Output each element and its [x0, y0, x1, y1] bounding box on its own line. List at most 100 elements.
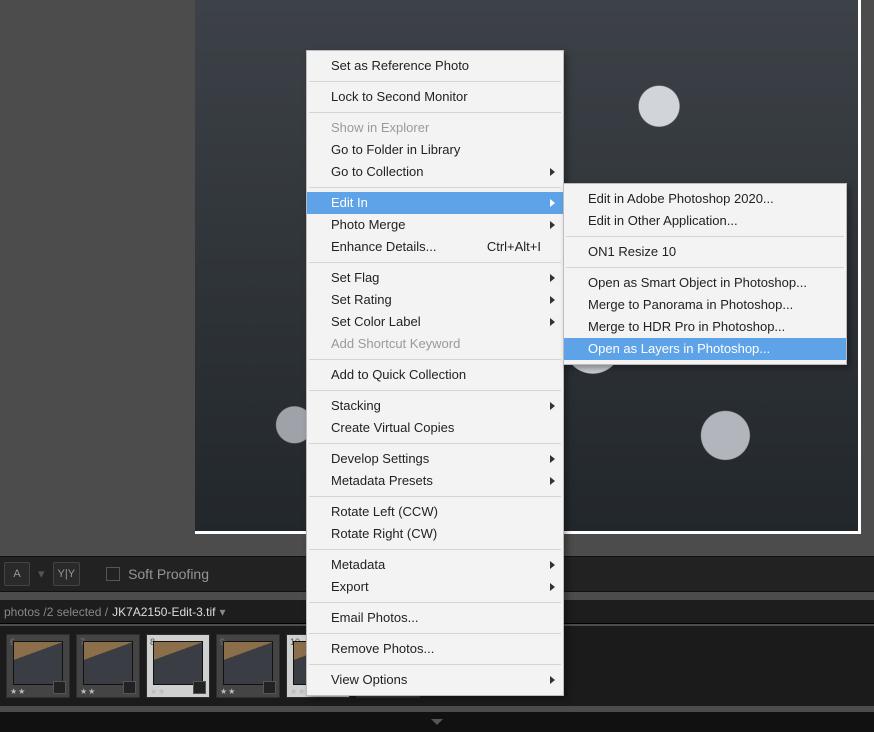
- breadcrumb-filename[interactable]: JK7A2150-Edit-3.tif: [112, 605, 215, 619]
- menu-separator: [309, 112, 561, 113]
- menu-item[interactable]: Set Flag: [307, 267, 563, 289]
- menu-item[interactable]: Metadata: [307, 554, 563, 576]
- menu-item[interactable]: Create Virtual Copies: [307, 417, 563, 439]
- menu-item[interactable]: Set Rating: [307, 289, 563, 311]
- menu-item-label: Go to Folder in Library: [331, 142, 460, 157]
- menu-item[interactable]: View Options: [307, 669, 563, 691]
- thumb-badge-icon: [263, 681, 276, 694]
- menu-item[interactable]: Email Photos...: [307, 607, 563, 629]
- chevron-right-icon: [550, 561, 555, 569]
- menu-item-label: Create Virtual Copies: [331, 420, 454, 435]
- chevron-right-icon: [550, 477, 555, 485]
- menu-item-label: Rotate Left (CCW): [331, 504, 438, 519]
- menu-separator: [309, 187, 561, 188]
- context-menu: Set as Reference Photo Lock to Second Mon…: [306, 50, 564, 696]
- menu-item-label: Edit in Other Application...: [588, 213, 738, 228]
- menu-item[interactable]: Edit In: [307, 192, 563, 214]
- menu-item[interactable]: Rotate Right (CW): [307, 523, 563, 545]
- chevron-down-icon: [431, 719, 443, 725]
- menu-item[interactable]: Export: [307, 576, 563, 598]
- menu-item[interactable]: Merge to HDR Pro in Photoshop...: [564, 316, 846, 338]
- menu-item-label: Enhance Details...: [331, 239, 437, 254]
- thumb-rating: ★★: [80, 687, 96, 696]
- filmstrip-thumb[interactable]: 9★★: [216, 634, 280, 698]
- menu-item-label: View Options: [331, 672, 407, 687]
- chevron-right-icon: [550, 221, 555, 229]
- menu-item[interactable]: Metadata Presets: [307, 470, 563, 492]
- menu-item-label: Edit In: [331, 195, 368, 210]
- toolbar-view-mode-a[interactable]: A: [4, 562, 30, 586]
- thumb-badge-icon: [53, 681, 66, 694]
- menu-item-label: Open as Layers in Photoshop...: [588, 341, 770, 356]
- menu-item-label: Photo Merge: [331, 217, 405, 232]
- menu-item[interactable]: Add to Quick Collection: [307, 364, 563, 386]
- menu-item-label: Add Shortcut Keyword: [331, 336, 460, 351]
- menu-item[interactable]: Lock to Second Monitor: [307, 86, 563, 108]
- menu-item[interactable]: Open as Layers in Photoshop...: [564, 338, 846, 360]
- menu-item-label: Lock to Second Monitor: [331, 89, 468, 104]
- menu-separator: [309, 549, 561, 550]
- filmstrip-thumb[interactable]: 6★★: [6, 634, 70, 698]
- menu-separator: [309, 262, 561, 263]
- menu-item[interactable]: Go to Collection: [307, 161, 563, 183]
- menu-item[interactable]: Develop Settings: [307, 448, 563, 470]
- menu-separator: [566, 236, 844, 237]
- menu-item[interactable]: Open as Smart Object in Photoshop...: [564, 272, 846, 294]
- menu-item[interactable]: Enhance Details... Ctrl+Alt+I: [307, 236, 563, 258]
- soft-proofing-checkbox[interactable]: [106, 567, 120, 581]
- menu-item[interactable]: Rotate Left (CCW): [307, 501, 563, 523]
- menu-separator: [309, 664, 561, 665]
- chevron-right-icon: [550, 318, 555, 326]
- chevron-right-icon: [550, 583, 555, 591]
- chevron-right-icon: [550, 274, 555, 282]
- soft-proofing-label: Soft Proofing: [128, 566, 209, 582]
- menu-item-label: Set Color Label: [331, 314, 421, 329]
- menu-item: Add Shortcut Keyword: [307, 333, 563, 355]
- thumb-rating: ★★: [220, 687, 236, 696]
- menu-item-label: Merge to HDR Pro in Photoshop...: [588, 319, 785, 334]
- menu-item-label: Show in Explorer: [331, 120, 429, 135]
- thumb-image: [83, 641, 133, 685]
- chevron-right-icon: [550, 296, 555, 304]
- menu-item-label: Open as Smart Object in Photoshop...: [588, 275, 807, 290]
- filmstrip-thumb[interactable]: 7★★: [76, 634, 140, 698]
- menu-item[interactable]: Remove Photos...: [307, 638, 563, 660]
- menu-item-label: Set Rating: [331, 292, 392, 307]
- menu-item[interactable]: Set Color Label: [307, 311, 563, 333]
- menu-item[interactable]: ON1 Resize 10: [564, 241, 846, 263]
- thumb-rating: ★★: [290, 687, 306, 696]
- toolbar-compare-yy[interactable]: Y|Y: [53, 562, 81, 586]
- chevron-right-icon: [550, 199, 555, 207]
- thumb-image: [13, 641, 63, 685]
- menu-item[interactable]: Edit in Adobe Photoshop 2020...: [564, 188, 846, 210]
- edit-in-submenu: Edit in Adobe Photoshop 2020... Edit in O…: [563, 183, 847, 365]
- menu-separator: [309, 496, 561, 497]
- filmstrip-thumb[interactable]: 8★★: [146, 634, 210, 698]
- menu-item-label: Edit in Adobe Photoshop 2020...: [588, 191, 774, 206]
- menu-item-label: Remove Photos...: [331, 641, 434, 656]
- chevron-right-icon: [550, 168, 555, 176]
- menu-item-label: ON1 Resize 10: [588, 244, 676, 259]
- menu-item[interactable]: Photo Merge: [307, 214, 563, 236]
- breadcrumb-caret-icon[interactable]: ▾: [219, 605, 225, 619]
- menu-item-label: Set Flag: [331, 270, 379, 285]
- menu-item-label: Go to Collection: [331, 164, 424, 179]
- menu-item[interactable]: Stacking: [307, 395, 563, 417]
- menu-item: Show in Explorer: [307, 117, 563, 139]
- menu-separator: [309, 443, 561, 444]
- menu-item-label: Export: [331, 579, 369, 594]
- menu-item-shortcut: Ctrl+Alt+I: [487, 236, 541, 258]
- menu-item[interactable]: Edit in Other Application...: [564, 210, 846, 232]
- menu-item-label: Metadata Presets: [331, 473, 433, 488]
- menu-item[interactable]: Set as Reference Photo: [307, 55, 563, 77]
- filmstrip-collapse-bar[interactable]: [0, 712, 874, 732]
- thumb-rating: ★★: [10, 687, 26, 696]
- menu-item[interactable]: Merge to Panorama in Photoshop...: [564, 294, 846, 316]
- menu-item-label: Rotate Right (CW): [331, 526, 437, 541]
- menu-item-label: Develop Settings: [331, 451, 429, 466]
- menu-item-label: Add to Quick Collection: [331, 367, 466, 382]
- breadcrumb-prefix: photos /2 selected /: [4, 605, 108, 619]
- chevron-right-icon: [550, 402, 555, 410]
- menu-item[interactable]: Go to Folder in Library: [307, 139, 563, 161]
- menu-separator: [566, 267, 844, 268]
